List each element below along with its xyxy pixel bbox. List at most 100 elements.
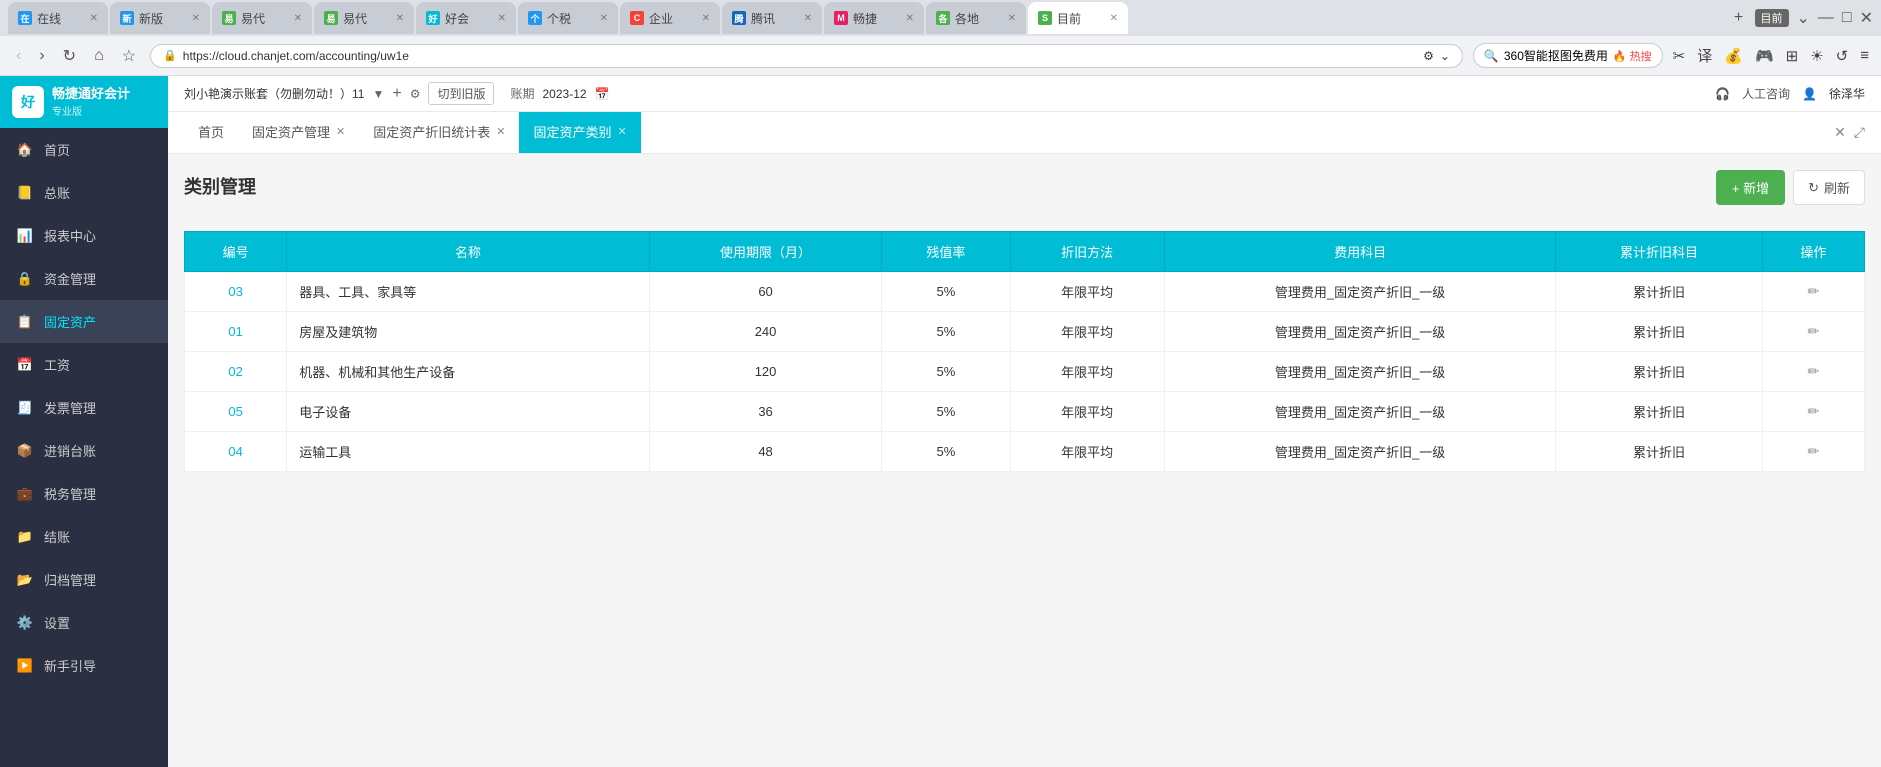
browser-tab-4[interactable]: 好 好会 ✕ — [416, 2, 516, 34]
cell-expense: 管理费用_固定资产折旧_一级 — [1164, 392, 1556, 432]
content-tab-close[interactable]: ✕ — [496, 125, 505, 138]
browser-tab-3[interactable]: 易 易代 ✕ — [314, 2, 414, 34]
service-label[interactable]: 人工咨询 — [1742, 85, 1790, 102]
edit-icon[interactable]: ✏ — [1808, 443, 1820, 459]
sun-icon[interactable]: ☀ — [1810, 47, 1823, 65]
top-bar-right: 🎧 人工咨询 👤 徐泽华 — [1715, 85, 1865, 102]
content-tab-asset_category[interactable]: 固定资产类别 ✕ — [519, 112, 640, 153]
edit-icon[interactable]: ✏ — [1808, 283, 1820, 299]
edit-icon[interactable]: ✏ — [1808, 323, 1820, 339]
maximize-icon[interactable]: □ — [1842, 9, 1852, 27]
tab-count-badge[interactable]: 目前 — [1755, 9, 1789, 27]
translate-icon[interactable]: 译 — [1697, 45, 1712, 66]
sidebar-item-purchase[interactable]: 📦 进销台账 — [0, 429, 168, 472]
tab-close-icon[interactable]: ✕ — [600, 13, 608, 24]
browser-tab-0[interactable]: 在 在线 ✕ — [8, 2, 108, 34]
sidebar-icon-salary: 📅 — [16, 357, 34, 373]
wallet-icon[interactable]: 💰 — [1724, 47, 1743, 65]
tab-close-icon[interactable]: ✕ — [396, 13, 404, 24]
browser-tab-2[interactable]: 易 易代 ✕ — [212, 2, 312, 34]
add-account-icon[interactable]: + — [392, 85, 401, 103]
sidebar-icon-fund: 🔒 — [16, 271, 34, 287]
sidebar-label-salary: 工资 — [44, 355, 70, 374]
browser-tab-10[interactable]: S 目前 ✕ — [1028, 2, 1128, 34]
tab-close-icon[interactable]: ✕ — [1008, 13, 1016, 24]
tab-close-icon[interactable]: ✕ — [192, 13, 200, 24]
browser-tab-1[interactable]: 新 新版 ✕ — [110, 2, 210, 34]
tab-list-icon[interactable]: ⌄ — [1797, 8, 1810, 28]
content-tab-close[interactable]: ✕ — [618, 125, 627, 138]
new-tab-button[interactable]: + — [1725, 4, 1753, 32]
sidebar-item-salary[interactable]: 📅 工资 — [0, 343, 168, 386]
back-button[interactable]: ‹ — [12, 43, 25, 69]
menu-icon[interactable]: ≡ — [1860, 47, 1869, 64]
calendar-icon[interactable]: 📅 — [595, 87, 610, 101]
tab-close-icon[interactable]: ✕ — [294, 13, 302, 24]
refresh-button[interactable]: ↻ 刷新 — [1793, 170, 1865, 205]
cut-icon[interactable]: ✂ — [1673, 47, 1686, 65]
tab-bar: 在 在线 ✕ 新 新版 ✕ 易 易代 ✕ 易 易代 ✕ 好 好会 ✕ 个 个税 … — [0, 0, 1881, 36]
content-tab-home[interactable]: 首页 — [184, 112, 238, 153]
content-tab-label: 首页 — [198, 122, 224, 141]
tab-label: 企业 — [649, 10, 673, 27]
add-button[interactable]: + 新增 — [1716, 170, 1785, 205]
sidebar-item-tax[interactable]: 💼 税务管理 — [0, 472, 168, 515]
sidebar-item-close[interactable]: 📁 结账 — [0, 515, 168, 558]
close-window-icon[interactable]: ✕ — [1860, 8, 1873, 28]
game-icon[interactable]: 🎮 — [1755, 47, 1774, 65]
sidebar-icon-ledger: 📒 — [16, 185, 34, 201]
cell-accum: 累计折旧 — [1556, 312, 1762, 352]
sidebar-item-home[interactable]: 🏠 首页 — [0, 128, 168, 171]
forward-button[interactable]: › — [35, 43, 48, 69]
bookmark-button[interactable]: ☆ — [118, 42, 140, 70]
refresh-label: 刷新 — [1824, 178, 1850, 197]
cell-name: 运输工具 — [287, 432, 650, 472]
browser-tab-6[interactable]: C 企业 ✕ — [620, 2, 720, 34]
settings-icon[interactable]: ⚙ — [410, 87, 421, 101]
sidebar-item-invoice[interactable]: 🧾 发票管理 — [0, 386, 168, 429]
browser-tab-5[interactable]: 个 个税 ✕ — [518, 2, 618, 34]
tab-close-icon[interactable]: ✕ — [804, 13, 812, 24]
grid-icon[interactable]: ⊞ — [1786, 47, 1799, 65]
expand-icon[interactable]: ⤢ — [1854, 124, 1865, 141]
undo-icon[interactable]: ↺ — [1836, 47, 1849, 65]
address-bar: ‹ › ↻ ⌂ ☆ 🔒 https://cloud.chanjet.com/ac… — [0, 36, 1881, 76]
edit-icon[interactable]: ✏ — [1808, 363, 1820, 379]
sidebar-item-settings[interactable]: ⚙️ 设置 — [0, 601, 168, 644]
url-dropdown-icon[interactable]: ⌄ — [1440, 49, 1450, 63]
sidebar-item-archive[interactable]: 📂 归档管理 — [0, 558, 168, 601]
close-tab-icon[interactable]: ✕ — [1834, 124, 1846, 141]
sidebar-label-archive: 归档管理 — [44, 570, 96, 589]
content-tab-depreciation[interactable]: 固定资产折旧统计表 ✕ — [359, 112, 519, 153]
tab-close-icon[interactable]: ✕ — [1110, 13, 1118, 24]
content-tab-label: 固定资产类别 — [533, 122, 611, 141]
site-info-icon[interactable]: ⚙ — [1423, 49, 1434, 63]
sidebar-item-fund[interactable]: 🔒 资金管理 — [0, 257, 168, 300]
user-name: 徐泽华 — [1829, 85, 1865, 102]
url-bar[interactable]: 🔒 https://cloud.chanjet.com/accounting/u… — [150, 44, 1463, 68]
browser-tab-7[interactable]: 腾 腾讯 ✕ — [722, 2, 822, 34]
tab-window-actions: ✕ ⤢ — [1834, 124, 1865, 141]
dropdown-icon[interactable]: ▼ — [372, 87, 384, 101]
tab-close-icon[interactable]: ✕ — [498, 13, 506, 24]
content-tab-close[interactable]: ✕ — [336, 125, 345, 138]
content-tab-asset_mgmt[interactable]: 固定资产管理 ✕ — [238, 112, 359, 153]
sidebar-item-asset[interactable]: 📋 固定资产 — [0, 300, 168, 343]
reload-button[interactable]: ↻ — [59, 42, 80, 70]
browser-tab-9[interactable]: 各 各地 ✕ — [926, 2, 1026, 34]
edit-icon[interactable]: ✏ — [1808, 403, 1820, 419]
search-bar[interactable]: 🔍 360智能抠图免费用 🔥 热搜 — [1473, 43, 1663, 68]
browser-tab-8[interactable]: M 畅捷 ✕ — [824, 2, 924, 34]
refresh-icon: ↻ — [1808, 180, 1819, 196]
sidebar-item-ledger[interactable]: 📒 总账 — [0, 171, 168, 214]
cell-accum: 累计折旧 — [1556, 432, 1762, 472]
sidebar-item-report[interactable]: 📊 报表中心 — [0, 214, 168, 257]
switch-version-button[interactable]: 切到旧版 — [428, 82, 494, 105]
tab-close-icon[interactable]: ✕ — [906, 13, 914, 24]
home-button[interactable]: ⌂ — [90, 43, 108, 69]
tab-close-icon[interactable]: ✕ — [90, 13, 98, 24]
sidebar-item-guide[interactable]: ▶️ 新手引导 — [0, 644, 168, 687]
tab-close-icon[interactable]: ✕ — [702, 13, 710, 24]
user-avatar-icon: 👤 — [1802, 87, 1817, 101]
minimize-icon[interactable]: — — [1818, 9, 1834, 27]
